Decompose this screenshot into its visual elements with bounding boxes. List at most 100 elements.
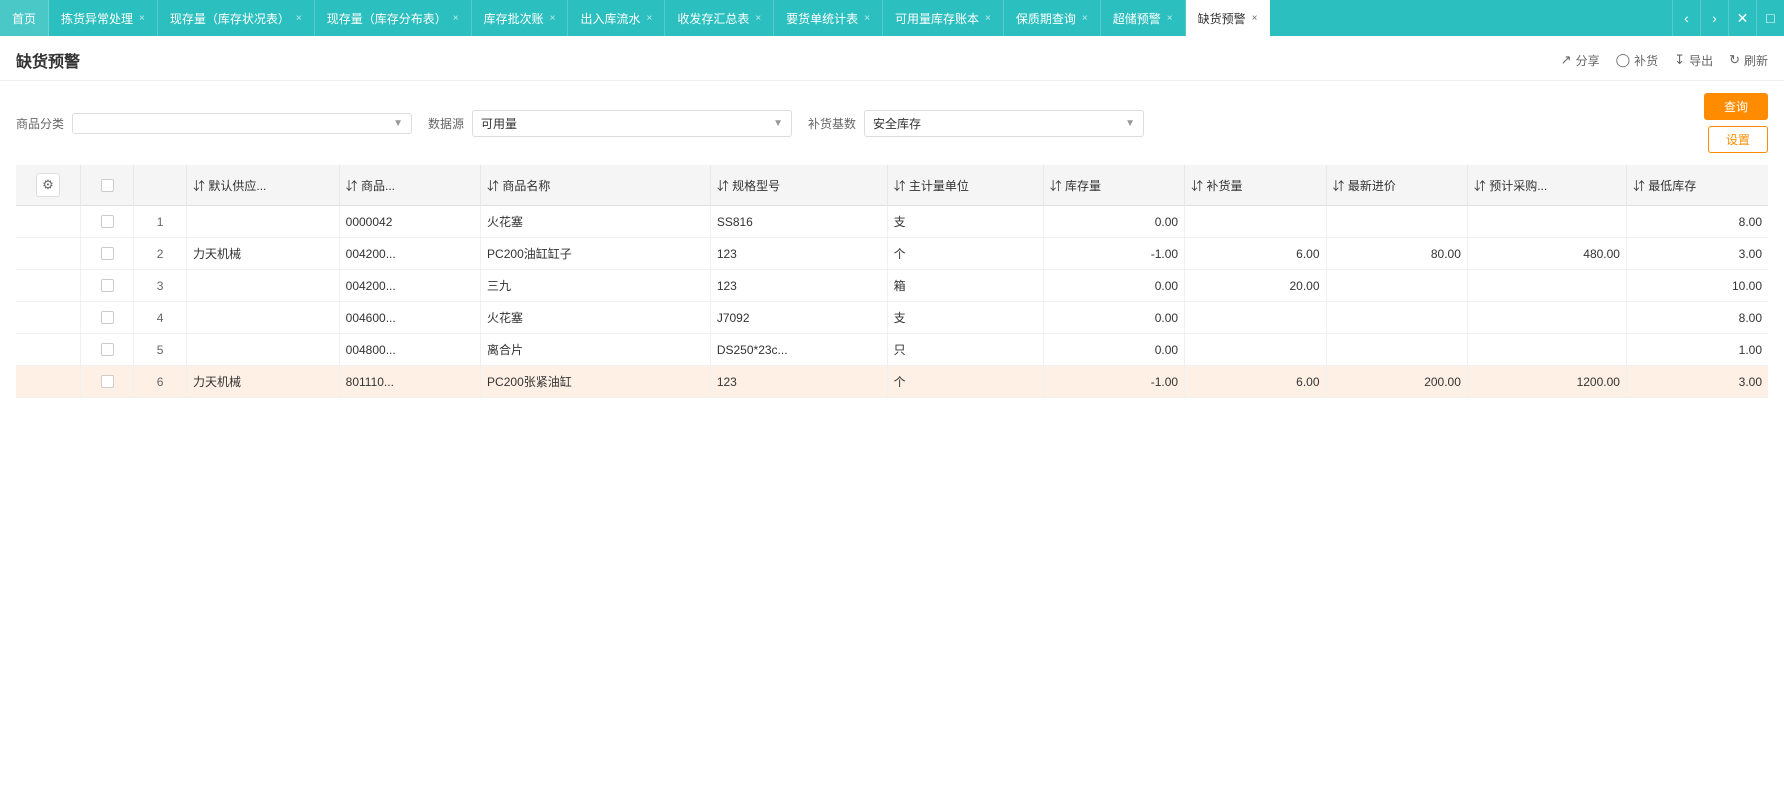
row-checkbox[interactable] xyxy=(101,311,114,324)
col-header-stock-qty[interactable]: ⇵ 库存量 xyxy=(1043,165,1184,206)
row-est-purchase: 1200.00 xyxy=(1467,366,1626,398)
tab-close-inventory-dist[interactable]: × xyxy=(453,13,459,24)
tab-close-expiry-query[interactable]: × xyxy=(1082,13,1088,24)
replenish-select[interactable]: 安全库存 ▼ xyxy=(864,110,1144,137)
tab-item-expiry-query[interactable]: 保质期查询× xyxy=(1004,0,1101,36)
export-icon: ↧ xyxy=(1674,52,1685,68)
col-header-num xyxy=(134,165,187,206)
table-row: 10000042火花塞SS816支0.008.00 xyxy=(16,206,1768,238)
row-checkbox-cell xyxy=(81,302,134,334)
row-stock-qty: 0.00 xyxy=(1043,302,1184,334)
row-restock-qty: 6.00 xyxy=(1185,366,1326,398)
col-header-spec[interactable]: ⇵ 规格型号 xyxy=(710,165,887,206)
row-settings-cell xyxy=(16,302,81,334)
tab-item-receipt-summary[interactable]: 收发存汇总表 × xyxy=(665,0,774,36)
tab-close-shortage[interactable]: × xyxy=(1252,13,1258,24)
tab-close-receipt-summary[interactable]: × xyxy=(755,13,761,24)
page-header: 缺货预警 ↗ 分享 ◯ 补货 ↧ 导出 ↻ 刷新 xyxy=(0,36,1784,81)
tab-prev-button[interactable]: ‹ xyxy=(1672,0,1700,36)
table-row: 3004200...三九123箱0.0020.0010.00 xyxy=(16,270,1768,302)
row-est-purchase xyxy=(1467,334,1626,366)
row-default-supplier xyxy=(187,302,340,334)
tab-restore-button[interactable]: □ xyxy=(1756,0,1784,36)
select-all-checkbox[interactable] xyxy=(101,179,114,192)
table-row: 5004800...离合片DS250*23c...只0.001.00 xyxy=(16,334,1768,366)
row-checkbox[interactable] xyxy=(101,215,114,228)
tab-close-demand-stats[interactable]: × xyxy=(864,13,870,24)
row-default-supplier: 力天机械 xyxy=(187,238,340,270)
row-product-code: 004200... xyxy=(339,238,480,270)
tab-next-button[interactable]: › xyxy=(1700,0,1728,36)
row-checkbox[interactable] xyxy=(101,247,114,260)
row-checkbox[interactable] xyxy=(101,279,114,292)
share-button[interactable]: ↗ 分享 xyxy=(1561,52,1600,69)
category-select[interactable]: ▼ xyxy=(72,113,412,134)
row-stock-qty: 0.00 xyxy=(1043,206,1184,238)
col-header-unit[interactable]: ⇵ 主计量单位 xyxy=(887,165,1043,206)
tab-close-batch-account[interactable]: × xyxy=(550,13,556,24)
row-default-supplier xyxy=(187,334,340,366)
tab-nav-buttons: ‹ › ✕ □ xyxy=(1672,0,1784,36)
col-header-default-supplier[interactable]: ⇵ 默认供应... xyxy=(187,165,340,206)
row-min-stock: 1.00 xyxy=(1626,334,1768,366)
tab-item-inout-flow[interactable]: 出入库流水 × xyxy=(568,0,665,36)
row-product-name: 离合片 xyxy=(481,334,711,366)
row-latest-price xyxy=(1326,206,1467,238)
tab-item-shortage[interactable]: 缺货预警× xyxy=(1186,0,1271,36)
tab-close-available-ledger[interactable]: × xyxy=(985,13,991,24)
tab-item-available-ledger[interactable]: 可用量库存账本× xyxy=(883,0,1004,36)
restock-button[interactable]: ◯ 补货 xyxy=(1616,52,1659,69)
tab-item-abnormal[interactable]: 拣货异常处理× xyxy=(49,0,158,36)
datasource-filter-label: 数据源 xyxy=(428,115,464,132)
tab-item-batch-account[interactable]: 库存批次账 × xyxy=(472,0,569,36)
tab-bar: 首页拣货异常处理×现存量（库存状况表）×现存量（库存分布表）×库存批次账×出入库… xyxy=(0,0,1784,36)
table-container: ⚙ ⇵ 默认供应... ⇵ 商 xyxy=(0,165,1784,398)
col-header-product-name[interactable]: ⇵ 商品名称 xyxy=(481,165,711,206)
datasource-select[interactable]: 可用量 ▼ xyxy=(472,110,792,137)
tab-label-receipt-summary: 收发存汇总表 xyxy=(677,10,749,27)
tab-close-inventory-status[interactable]: × xyxy=(296,13,302,24)
row-latest-price xyxy=(1326,302,1467,334)
row-latest-price xyxy=(1326,270,1467,302)
row-settings-cell xyxy=(16,334,81,366)
page-title: 缺货预警 xyxy=(16,48,80,72)
row-number: 5 xyxy=(134,334,187,366)
tab-item-inventory-dist[interactable]: 现存量（库存分布表）× xyxy=(315,0,472,36)
tab-close-inout-flow[interactable]: × xyxy=(646,13,652,24)
row-checkbox[interactable] xyxy=(101,375,114,388)
tab-close-abnormal[interactable]: × xyxy=(139,13,145,24)
query-button[interactable]: 查询 xyxy=(1704,93,1768,120)
table-settings-button[interactable]: ⚙ xyxy=(36,173,60,197)
col-header-restock-qty-label: ⇵ 补货量 xyxy=(1191,177,1242,194)
tab-label-overstock: 超储预警 xyxy=(1113,10,1161,27)
table-body: 10000042火花塞SS816支0.008.002力天机械004200...P… xyxy=(16,206,1768,398)
settings-button[interactable]: 设置 xyxy=(1708,126,1768,153)
tab-close-all-button[interactable]: ✕ xyxy=(1728,0,1756,36)
row-est-purchase xyxy=(1467,270,1626,302)
col-header-restock-qty[interactable]: ⇵ 补货量 xyxy=(1185,165,1326,206)
tab-label-batch-account: 库存批次账 xyxy=(484,10,544,27)
tab-label-inout-flow: 出入库流水 xyxy=(580,10,640,27)
col-header-unit-label: ⇵ 主计量单位 xyxy=(894,177,969,194)
tab-item-home[interactable]: 首页 xyxy=(0,0,49,36)
col-header-est-purchase-label: ⇵ 预计采购... xyxy=(1474,177,1547,194)
row-min-stock: 8.00 xyxy=(1626,206,1768,238)
row-default-supplier xyxy=(187,270,340,302)
tab-close-overstock[interactable]: × xyxy=(1167,13,1173,24)
share-label: 分享 xyxy=(1576,52,1600,69)
tab-item-inventory-status[interactable]: 现存量（库存状况表）× xyxy=(158,0,315,36)
row-checkbox[interactable] xyxy=(101,343,114,356)
col-header-product-code[interactable]: ⇵ 商品... xyxy=(339,165,480,206)
restock-icon: ◯ xyxy=(1616,52,1631,68)
tab-item-overstock[interactable]: 超储预警 × xyxy=(1101,0,1186,36)
refresh-button[interactable]: ↻ 刷新 xyxy=(1729,52,1768,69)
row-spec: 123 xyxy=(710,238,887,270)
table-row: 6力天机械801110...PC200张紧油缸123个-1.006.00200.… xyxy=(16,366,1768,398)
row-min-stock: 3.00 xyxy=(1626,238,1768,270)
col-header-est-purchase[interactable]: ⇵ 预计采购... xyxy=(1467,165,1626,206)
tab-item-demand-stats[interactable]: 要货单统计表× xyxy=(774,0,883,36)
col-header-min-stock[interactable]: ⇵ 最低库存 xyxy=(1626,165,1768,206)
row-product-code: 004600... xyxy=(339,302,480,334)
col-header-latest-price[interactable]: ⇵ 最新进价 xyxy=(1326,165,1467,206)
export-button[interactable]: ↧ 导出 xyxy=(1674,52,1713,69)
